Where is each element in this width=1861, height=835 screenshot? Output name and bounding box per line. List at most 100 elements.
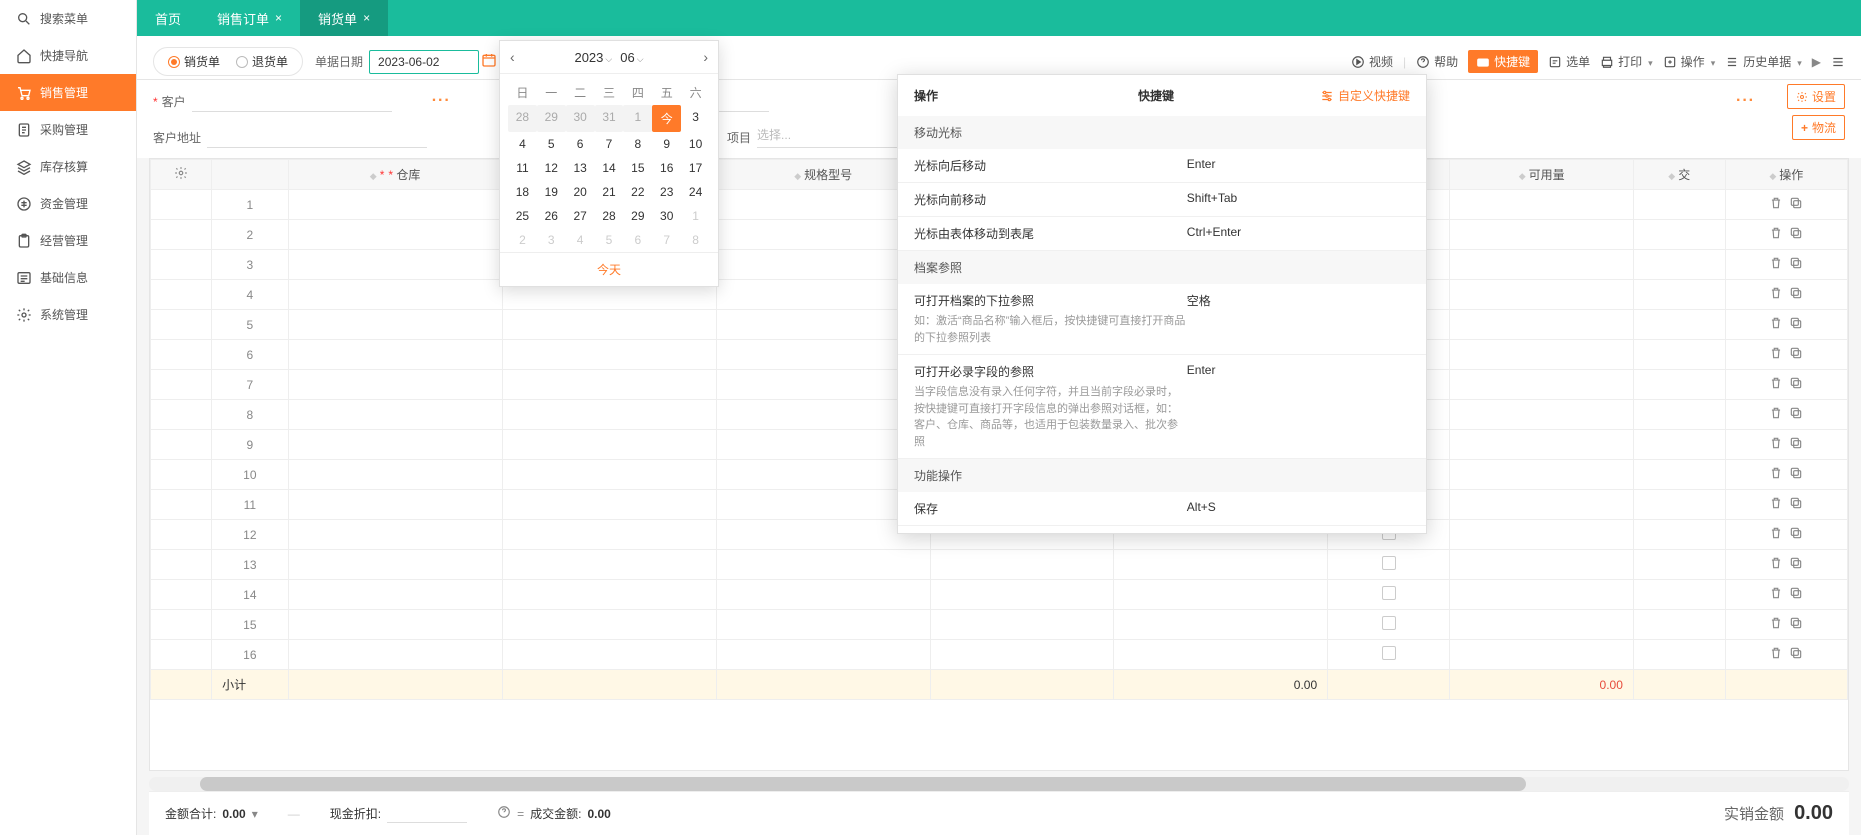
discount-input[interactable] [387,805,467,823]
dp-day-next[interactable]: 5 [595,228,624,252]
dp-day[interactable]: 27 [566,204,595,228]
dp-day-next[interactable]: 8 [681,228,710,252]
dp-day-prev[interactable]: 28 [508,105,537,132]
copy-icon[interactable] [1789,556,1803,573]
tab-2[interactable]: 销货单× [300,0,388,36]
dp-day[interactable]: 25 [508,204,537,228]
delete-icon[interactable] [1769,436,1783,453]
address-input[interactable] [207,126,427,148]
sidebar-item-8[interactable]: 系统管理 [0,296,136,333]
dp-day-next[interactable]: 3 [537,228,566,252]
horizontal-scrollbar[interactable] [149,777,1849,791]
radio-return[interactable]: 退货单 [236,53,288,70]
dp-day-next[interactable]: 2 [508,228,537,252]
close-icon[interactable]: × [275,11,282,25]
dp-day-prev[interactable]: 31 [595,105,624,132]
dp-day[interactable]: 21 [595,180,624,204]
dp-day[interactable]: 26 [537,204,566,228]
delete-icon[interactable] [1769,646,1783,663]
dp-day[interactable]: 13 [566,156,595,180]
copy-icon[interactable] [1789,496,1803,513]
delete-icon[interactable] [1769,616,1783,633]
table-row[interactable]: 16 [151,640,1848,670]
dp-today-button[interactable]: 今天 [500,252,718,286]
dp-day[interactable]: 23 [652,180,681,204]
select-order-button[interactable]: 选单 [1548,53,1590,70]
close-icon[interactable]: × [363,11,370,25]
dp-day[interactable]: 9 [652,132,681,156]
copy-icon[interactable] [1789,346,1803,363]
video-button[interactable]: 视频 [1351,53,1393,70]
delete-icon[interactable] [1769,496,1783,513]
sidebar-item-7[interactable]: 基础信息 [0,259,136,296]
delete-icon[interactable] [1769,316,1783,333]
delete-icon[interactable] [1769,466,1783,483]
sidebar-item-3[interactable]: 采购管理 [0,111,136,148]
copy-icon[interactable] [1789,406,1803,423]
delete-icon[interactable] [1769,586,1783,603]
print-button[interactable]: 打印 [1600,53,1653,70]
sidebar-item-2[interactable]: 销售管理 [0,74,136,111]
col-header-2[interactable]: ◆* 仓库 [288,160,502,190]
copy-icon[interactable] [1789,226,1803,243]
gift-checkbox[interactable] [1382,586,1396,600]
dp-day-next[interactable]: 4 [566,228,595,252]
dp-year[interactable]: 2023 [574,50,612,65]
history-button[interactable]: 历史单据 [1725,53,1802,70]
gift-checkbox[interactable] [1382,556,1396,570]
dp-day[interactable]: 4 [508,132,537,156]
operate-button[interactable]: 操作 [1663,53,1716,70]
delete-icon[interactable] [1769,376,1783,393]
dp-day[interactable]: 1 [623,105,652,132]
table-row[interactable]: 14 [151,580,1848,610]
table-row[interactable]: 15 [151,610,1848,640]
radio-sale[interactable]: 销货单 [168,53,220,70]
dp-day[interactable]: 8 [623,132,652,156]
copy-icon[interactable] [1789,616,1803,633]
dp-day[interactable]: 20 [566,180,595,204]
dp-day[interactable]: 28 [595,204,624,228]
dp-day[interactable]: 今 [652,105,681,132]
dp-month[interactable]: 06 [620,50,643,65]
copy-icon[interactable] [1789,436,1803,453]
delete-icon[interactable] [1769,286,1783,303]
form-more-icon[interactable]: ··· [1736,92,1755,110]
delete-icon[interactable] [1769,196,1783,213]
tab-0[interactable]: 首页 [137,0,199,36]
dp-day[interactable]: 15 [623,156,652,180]
dp-day[interactable]: 5 [537,132,566,156]
sidebar-item-4[interactable]: 库存核算 [0,148,136,185]
chevron-down-icon[interactable]: ▾ [252,807,258,821]
dp-day[interactable]: 19 [537,180,566,204]
dp-prev-icon[interactable]: ‹ [510,49,515,65]
help-button[interactable]: 帮助 [1416,53,1458,70]
col-header-0[interactable] [151,160,212,190]
dp-day[interactable]: 16 [652,156,681,180]
dp-day-next[interactable]: 6 [623,228,652,252]
sidebar-item-6[interactable]: 经营管理 [0,222,136,259]
dp-day[interactable]: 12 [537,156,566,180]
dp-day-next[interactable]: 7 [652,228,681,252]
dp-day[interactable]: 22 [623,180,652,204]
gift-checkbox[interactable] [1382,646,1396,660]
dp-day[interactable]: 24 [681,180,710,204]
date-input[interactable]: 2023-06-02 [369,50,479,74]
delete-icon[interactable] [1769,226,1783,243]
delete-icon[interactable] [1769,526,1783,543]
dp-day-prev[interactable]: 29 [537,105,566,132]
copy-icon[interactable] [1789,466,1803,483]
dp-day[interactable]: 11 [508,156,537,180]
copy-icon[interactable] [1789,376,1803,393]
dp-day[interactable]: 3 [681,105,710,132]
logistics-button[interactable]: + 物流 [1792,115,1845,140]
copy-icon[interactable] [1789,286,1803,303]
copy-icon[interactable] [1789,256,1803,273]
nav-right-icon[interactable]: ▶ [1812,55,1821,69]
dp-day[interactable]: 6 [566,132,595,156]
help-icon[interactable] [497,805,511,822]
col-header-1[interactable] [212,160,288,190]
dp-day[interactable]: 18 [508,180,537,204]
delete-icon[interactable] [1769,556,1783,573]
dp-day[interactable]: 10 [681,132,710,156]
more-icon[interactable] [1831,55,1845,69]
